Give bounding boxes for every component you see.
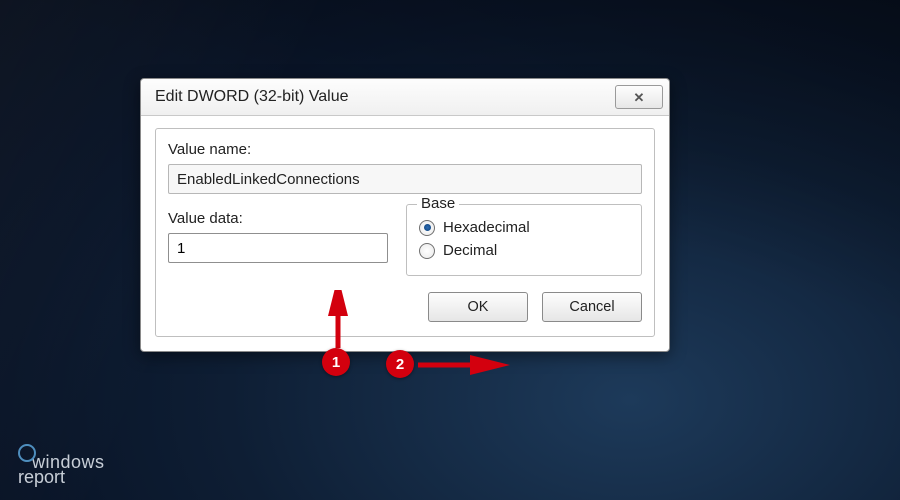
dialog-group: Value name: Value data: Base Hexadecimal: [155, 128, 655, 337]
desktop-background: { "dialog": { "title": "Edit DWORD (32-b…: [0, 0, 900, 500]
radio-dec-label: Decimal: [443, 242, 497, 259]
radio-hex-label: Hexadecimal: [443, 219, 530, 236]
ok-button[interactable]: OK: [428, 292, 528, 322]
radio-icon: [419, 243, 435, 259]
close-button[interactable]: ✕: [615, 85, 663, 109]
radio-icon: [419, 220, 435, 236]
base-legend: Base: [417, 195, 459, 212]
value-name-field: [168, 164, 642, 194]
value-data-field[interactable]: [168, 233, 388, 263]
dialog-button-row: OK Cancel: [168, 292, 642, 322]
cancel-button[interactable]: Cancel: [542, 292, 642, 322]
edit-dword-dialog: Edit DWORD (32-bit) Value ✕ Value name: …: [140, 78, 670, 352]
watermark: windows report: [18, 450, 105, 486]
value-name-label: Value name:: [168, 141, 642, 158]
annotation-callout-1: 1: [322, 348, 350, 376]
value-data-label: Value data:: [168, 210, 388, 227]
annotation-arrow-2: [412, 350, 512, 380]
dialog-content: Value name: Value data: Base Hexadecimal: [141, 116, 669, 351]
dialog-title: Edit DWORD (32-bit) Value: [155, 88, 349, 106]
annotation-callout-2: 2: [386, 350, 414, 378]
base-fieldset: Base Hexadecimal Decimal: [406, 204, 642, 276]
radio-decimal[interactable]: Decimal: [419, 242, 629, 259]
close-icon: ✕: [634, 91, 645, 104]
watermark-ring-icon: [18, 444, 36, 462]
radio-hexadecimal[interactable]: Hexadecimal: [419, 219, 629, 236]
dialog-titlebar: Edit DWORD (32-bit) Value ✕: [141, 79, 669, 116]
